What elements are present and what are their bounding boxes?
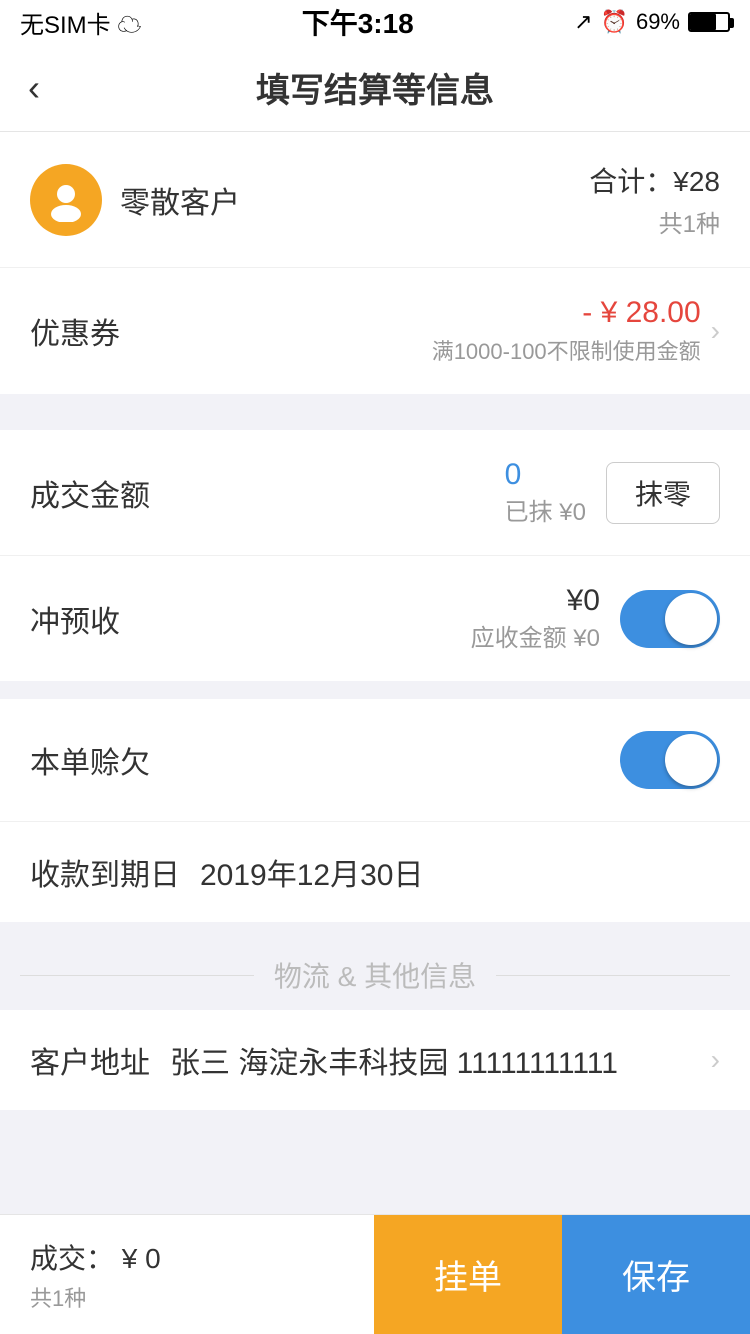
coupon-chevron-icon: › <box>711 315 720 347</box>
deal-section: 成交金额 0 已抹 ¥0 抹零 冲预收 ¥0 应收金额 ¥0 <box>0 430 750 681</box>
location-icon: ↗ <box>574 9 592 35</box>
advance-row: 冲预收 ¥0 应收金额 ¥0 <box>0 555 750 681</box>
arrears-label: 本单赊欠 <box>30 738 150 782</box>
deal-right: 0 已抹 ¥0 抹零 <box>505 458 720 527</box>
separator-1 <box>0 412 750 430</box>
round-zero-button[interactable]: 抹零 <box>606 462 720 524</box>
separator-2 <box>0 681 750 699</box>
advance-sub: 应收金额 ¥0 <box>471 618 600 653</box>
sim-text: 无SIM卡 ☁ <box>20 5 141 40</box>
customer-total: 合计：¥28 <box>589 160 720 200</box>
advance-label: 冲预收 <box>30 597 120 641</box>
deal-amount-row: 成交金额 0 已抹 ¥0 抹零 <box>0 430 750 555</box>
advance-toggle[interactable] <box>620 590 720 648</box>
coupon-row[interactable]: 优惠券 - ¥ 28.00 满1000-100不限制使用金额 › <box>0 267 750 394</box>
nav-bar: ‹ 填写结算等信息 <box>0 44 750 132</box>
customer-left: 零散客户 <box>30 164 240 236</box>
bottom-deal: 成交： ¥ 0 <box>30 1237 344 1277</box>
page-title: 填写结算等信息 <box>256 63 494 112</box>
coupon-desc: 满1000-100不限制使用金额 <box>432 334 701 366</box>
arrears-row: 本单赊欠 <box>0 699 750 821</box>
duedate-label: 收款到期日 <box>30 850 180 894</box>
bottom-deal-label: 成交： <box>30 1243 114 1274</box>
bottom-count: 共1种 <box>30 1281 344 1313</box>
coupon-amount: - ¥ 28.00 <box>432 296 701 330</box>
customer-section: 零散客户 合计：¥28 共1种 优惠券 - ¥ 28.00 满1000-100不… <box>0 132 750 394</box>
customer-name: 零散客户 <box>120 178 240 222</box>
arrears-section: 本单赊欠 收款到期日 2019年12月30日 <box>0 699 750 922</box>
status-time: 下午3:18 <box>302 2 414 42</box>
logistics-line-right <box>496 975 730 976</box>
address-label: 客户地址 <box>30 1038 150 1082</box>
bottom-info: 成交： ¥ 0 共1种 <box>0 1237 374 1313</box>
battery-text: 69% <box>636 9 680 35</box>
customer-right: 合计：¥28 共1种 <box>589 160 720 239</box>
coupon-right: - ¥ 28.00 满1000-100不限制使用金额 › <box>432 296 720 366</box>
duedate-value: 2019年12月30日 <box>200 850 423 894</box>
arrears-toggle-knob <box>665 734 717 786</box>
deal-amount-label: 成交金额 <box>30 471 150 515</box>
arrears-toggle[interactable] <box>620 731 720 789</box>
hold-order-button[interactable]: 挂单 <box>374 1215 562 1334</box>
deal-amount-value: 0 <box>505 458 586 492</box>
back-button[interactable]: ‹ <box>28 67 40 109</box>
customer-count: 共1种 <box>589 204 720 239</box>
coupon-label: 优惠券 <box>30 309 120 353</box>
coupon-value: - ¥ 28.00 满1000-100不限制使用金额 <box>432 296 701 366</box>
status-bar: 无SIM卡 ☁ 下午3:18 ↗ ⏰ 69% <box>0 0 750 44</box>
customer-avatar <box>30 164 102 236</box>
advance-amount: ¥0 <box>471 584 600 618</box>
address-row[interactable]: 客户地址 张三 海淀永丰科技园 11111111111 › <box>0 1010 750 1110</box>
save-button[interactable]: 保存 <box>562 1215 750 1334</box>
logistics-label: 物流 & 其他信息 <box>274 955 476 995</box>
advance-value: ¥0 应收金额 ¥0 <box>471 584 600 653</box>
logistics-line-left <box>20 975 254 976</box>
battery-icon <box>688 12 730 32</box>
deal-amount-sub: 已抹 ¥0 <box>505 492 586 527</box>
address-chevron-icon: › <box>711 1044 720 1076</box>
logistics-separator: 物流 & 其他信息 <box>0 940 750 1010</box>
toggle-knob <box>665 593 717 645</box>
customer-row: 零散客户 合计：¥28 共1种 <box>0 132 750 267</box>
duedate-row[interactable]: 收款到期日 2019年12月30日 <box>0 821 750 922</box>
alarm-icon: ⏰ <box>601 9 628 35</box>
status-left: 无SIM卡 ☁ <box>20 5 141 40</box>
advance-right: ¥0 应收金额 ¥0 <box>471 584 720 653</box>
status-right: ↗ ⏰ 69% <box>574 9 730 35</box>
bottom-bar: 成交： ¥ 0 共1种 挂单 保存 <box>0 1214 750 1334</box>
address-value: 张三 海淀永丰科技园 11111111111 <box>170 1038 711 1082</box>
bottom-deal-value: ¥ 0 <box>122 1243 161 1274</box>
